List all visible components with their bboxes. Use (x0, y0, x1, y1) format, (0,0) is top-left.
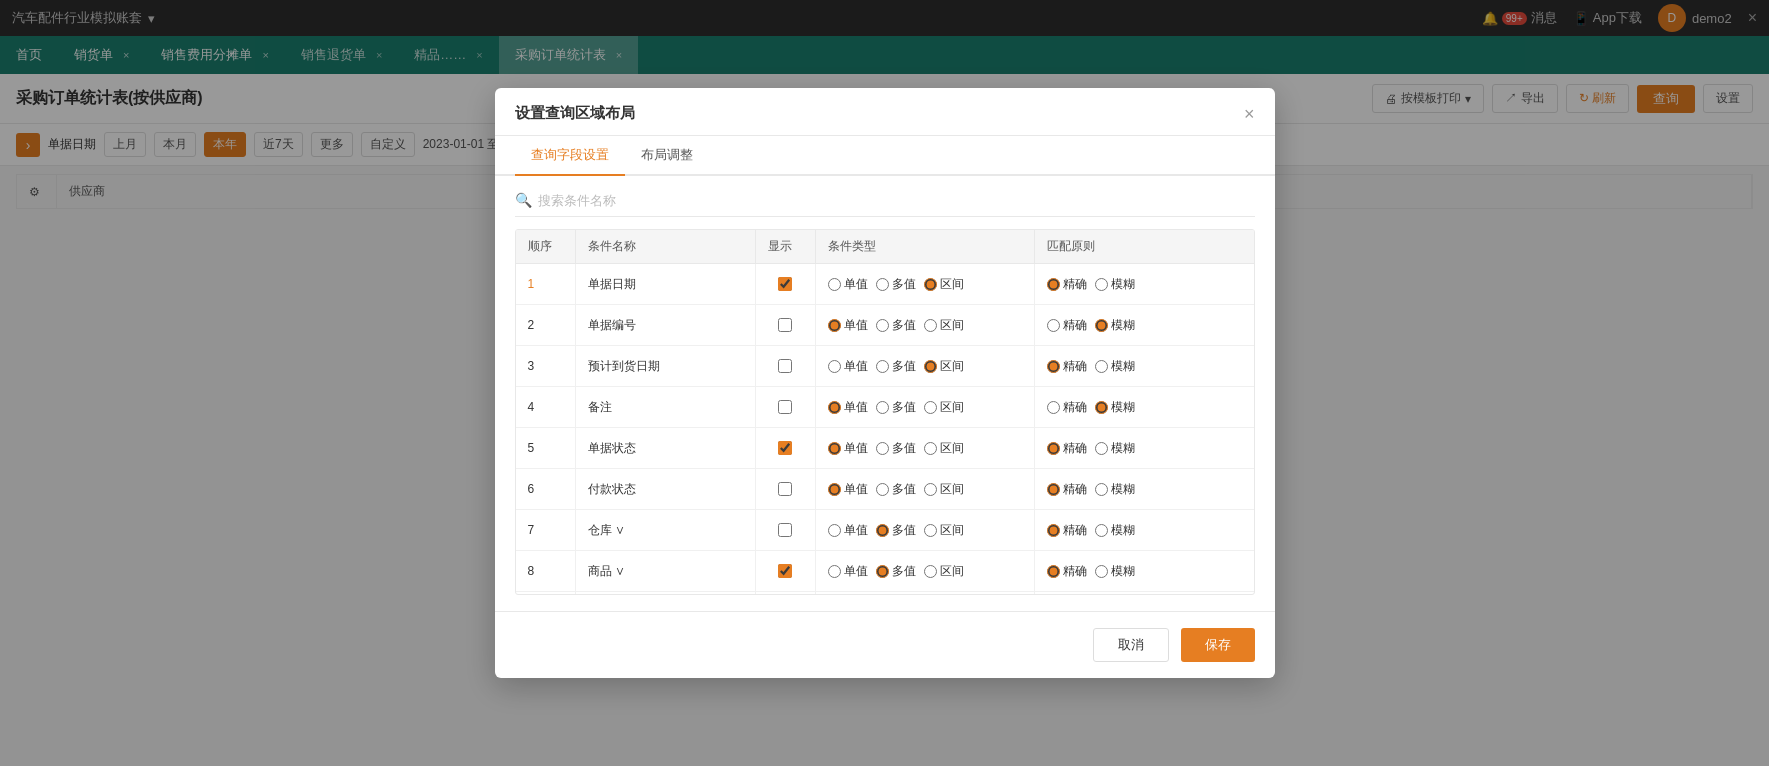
row-match-9: 精确 模糊 (1035, 592, 1254, 594)
row-show-3 (756, 346, 816, 386)
row-type-3: 单值 多值 区间 (816, 346, 1035, 386)
row-order-9: 9 (516, 592, 576, 594)
table-row: 6 付款状态 单值 多值 区间 (516, 469, 1254, 510)
show-checkbox-3[interactable] (778, 359, 792, 373)
table-row: 7 仓库 ∨ 单值 多值 区间 (516, 510, 1254, 551)
row-type-9: 单值 多值 区间 (816, 592, 1035, 594)
show-checkbox-7[interactable] (778, 523, 792, 537)
modal-tab-layout[interactable]: 布局调整 (625, 136, 709, 176)
row-name-9: 属性 ∨ (576, 592, 756, 594)
table-row: 3 预计到货日期 单值 多值 区间 (516, 346, 1254, 387)
row-type-7: 单值 多值 区间 (816, 510, 1035, 550)
radio-multi-1[interactable]: 多值 (876, 276, 916, 293)
row-name-2: 单据编号 (576, 305, 756, 345)
modal-table-header: 顺序 条件名称 显示 条件类型 匹配原则 (516, 230, 1254, 264)
table-row: 9 属性 ∨ 单值 多值 区间 (516, 592, 1254, 594)
radio-single-1[interactable]: 单值 (828, 276, 868, 293)
row-order-8: 8 (516, 551, 576, 591)
row-type-6: 单值 多值 区间 (816, 469, 1035, 509)
modal-tabs: 查询字段设置 布局调整 (495, 136, 1275, 176)
row-order-4: 4 (516, 387, 576, 427)
table-row: 5 单据状态 单值 多值 区间 (516, 428, 1254, 469)
row-show-8 (756, 551, 816, 591)
th-condition-type: 条件类型 (816, 230, 1035, 263)
row-type-1: 单值 多值 区间 (816, 264, 1035, 304)
row-name-7: 仓库 ∨ (576, 510, 756, 550)
row-name-6: 付款状态 (576, 469, 756, 509)
row-name-8: 商品 ∨ (576, 551, 756, 591)
settings-modal: 设置查询区域布局 × 查询字段设置 布局调整 🔍 顺序 条件名称 显示 条件类型 (495, 88, 1275, 678)
row-order-1: 1 (516, 264, 576, 304)
row-show-1 (756, 264, 816, 304)
modal-body: 🔍 顺序 条件名称 显示 条件类型 匹配原则 1 单据日期 (495, 176, 1275, 611)
cancel-button[interactable]: 取消 (1093, 628, 1169, 662)
modal-table: 顺序 条件名称 显示 条件类型 匹配原则 1 单据日期 (515, 229, 1255, 595)
show-checkbox-4[interactable] (778, 400, 792, 414)
modal-close-button[interactable]: × (1244, 105, 1255, 135)
modal-header: 设置查询区域布局 × (495, 88, 1275, 136)
table-row: 2 单据编号 单值 多值 区间 (516, 305, 1254, 346)
search-input[interactable] (538, 193, 1255, 208)
row-name-3: 预计到货日期 (576, 346, 756, 386)
th-name: 条件名称 (576, 230, 756, 263)
th-show: 显示 (756, 230, 816, 263)
save-button[interactable]: 保存 (1181, 628, 1255, 662)
row-name-1: 单据日期 (576, 264, 756, 304)
row-type-2: 单值 多值 区间 (816, 305, 1035, 345)
row-order-2: 2 (516, 305, 576, 345)
table-row: 1 单据日期 单值 多值 区间 (516, 264, 1254, 305)
show-checkbox-6[interactable] (778, 482, 792, 496)
row-match-2: 精确 模糊 (1035, 305, 1254, 345)
search-icon: 🔍 (515, 192, 532, 208)
row-match-5: 精确 模糊 (1035, 428, 1254, 468)
modal-footer: 取消 保存 (495, 611, 1275, 678)
row-type-5: 单值 多值 区间 (816, 428, 1035, 468)
row-show-5 (756, 428, 816, 468)
search-row: 🔍 (515, 192, 1255, 217)
modal-tab-query-fields[interactable]: 查询字段设置 (515, 136, 625, 176)
row-match-4: 精确 模糊 (1035, 387, 1254, 427)
row-order-5: 5 (516, 428, 576, 468)
modal-title: 设置查询区域布局 (515, 104, 635, 135)
row-order-6: 6 (516, 469, 576, 509)
row-order-3: 3 (516, 346, 576, 386)
modal-table-body[interactable]: 1 单据日期 单值 多值 区间 (516, 264, 1254, 594)
row-match-1: 精确 模糊 (1035, 264, 1254, 304)
show-checkbox-1[interactable] (778, 277, 792, 291)
show-checkbox-8[interactable] (778, 564, 792, 578)
row-show-7 (756, 510, 816, 550)
th-match: 匹配原则 (1035, 230, 1254, 263)
row-match-6: 精确 模糊 (1035, 469, 1254, 509)
row-show-4 (756, 387, 816, 427)
radio-range-1[interactable]: 区间 (924, 276, 964, 293)
show-checkbox-5[interactable] (778, 441, 792, 455)
row-show-2 (756, 305, 816, 345)
modal-overlay: 设置查询区域布局 × 查询字段设置 布局调整 🔍 顺序 条件名称 显示 条件类型 (0, 0, 1769, 766)
row-show-6 (756, 469, 816, 509)
th-order: 顺序 (516, 230, 576, 263)
row-match-8: 精确 模糊 (1035, 551, 1254, 591)
row-match-7: 精确 模糊 (1035, 510, 1254, 550)
match-fuzzy-1[interactable]: 模糊 (1095, 276, 1135, 293)
row-name-4: 备注 (576, 387, 756, 427)
row-order-7: 7 (516, 510, 576, 550)
row-show-9 (756, 592, 816, 594)
table-row: 8 商品 ∨ 单值 多值 区间 (516, 551, 1254, 592)
row-match-3: 精确 模糊 (1035, 346, 1254, 386)
row-name-5: 单据状态 (576, 428, 756, 468)
row-type-8: 单值 多值 区间 (816, 551, 1035, 591)
table-row: 4 备注 单值 多值 区间 (516, 387, 1254, 428)
show-checkbox-2[interactable] (778, 318, 792, 332)
match-exact-1[interactable]: 精确 (1047, 276, 1087, 293)
row-type-4: 单值 多值 区间 (816, 387, 1035, 427)
